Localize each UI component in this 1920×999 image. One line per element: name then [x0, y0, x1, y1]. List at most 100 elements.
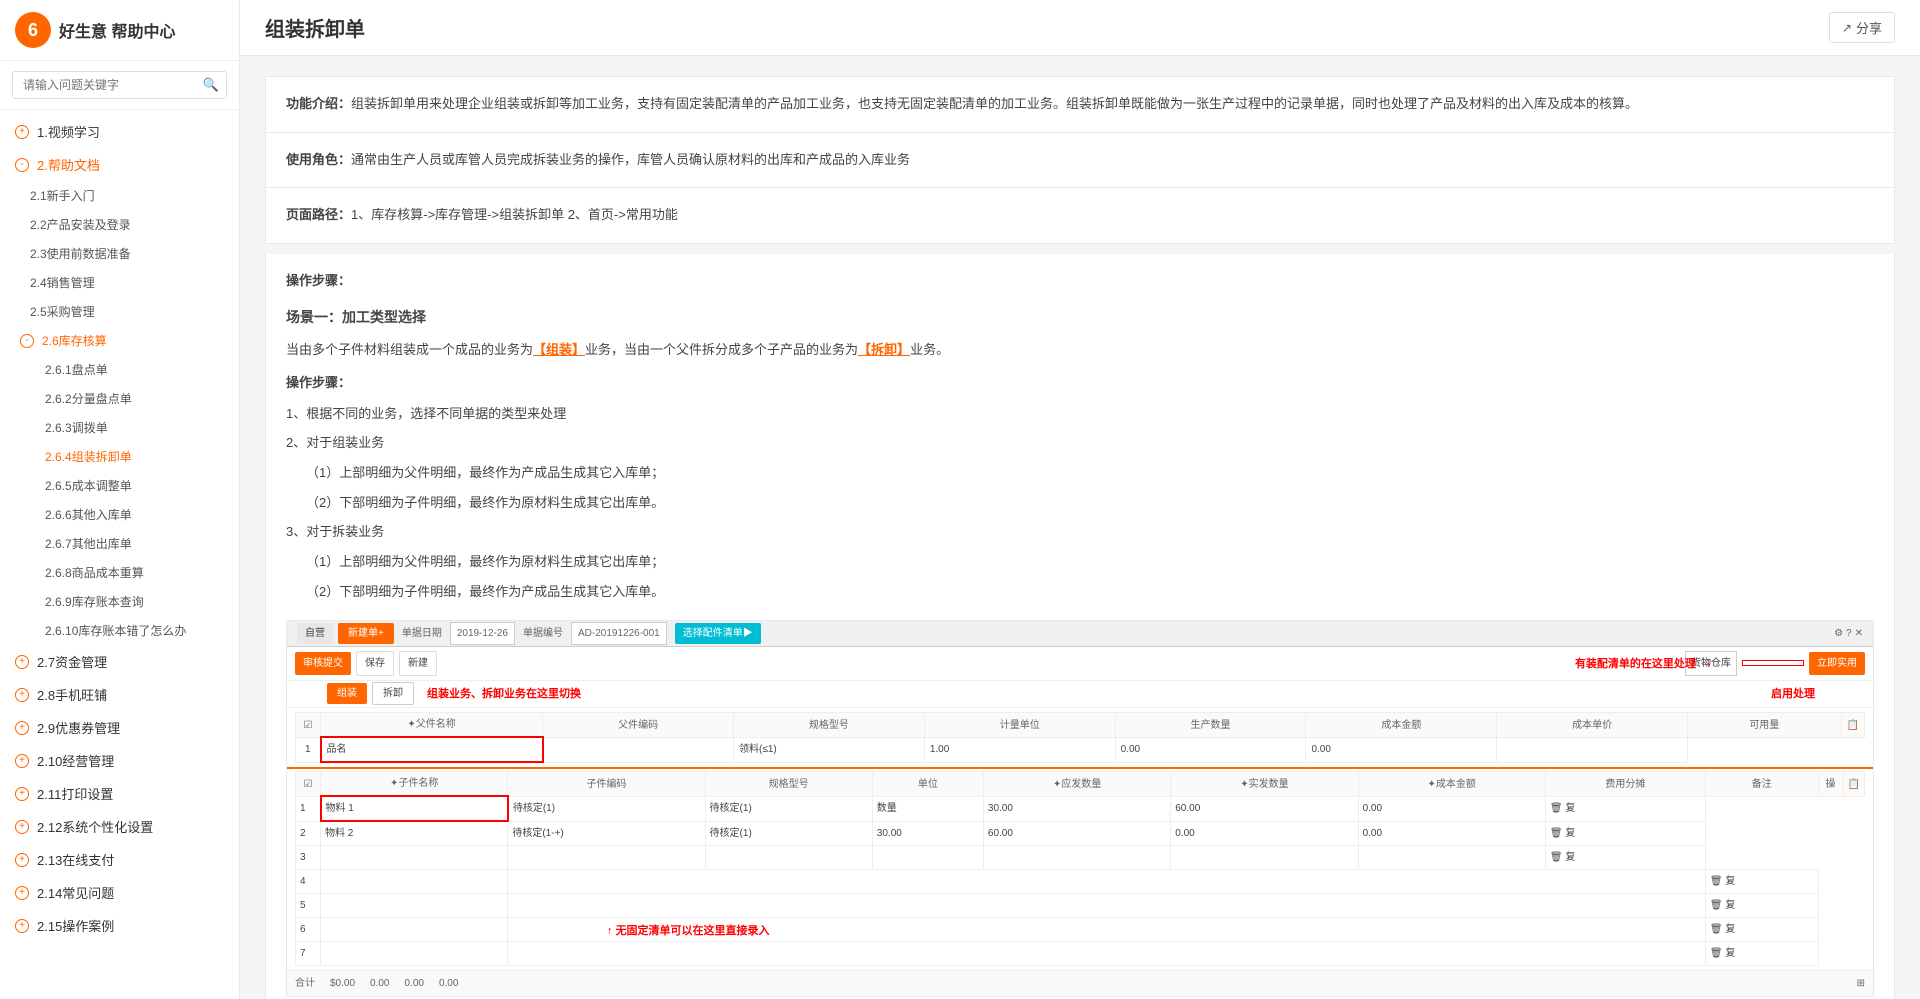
ss-lower-row4-name [321, 870, 508, 894]
zuzhuan-link[interactable]: 【组装】 [533, 342, 585, 357]
nav-section: + 1.视频学习 - 2.帮助文档 2.1新手入门 2.2产品安装及登录 2.3… [0, 110, 239, 947]
sidebar-item-2-15[interactable]: + 2.15操作案例 [0, 909, 239, 942]
step2-2: （2）下部明细为子件明细，最终作为原材料生成其它出库单。 [286, 491, 1874, 516]
ss-lower-table: ☑ ✦子件名称 子件编码 规格型号 单位 ✦应发数量 ✦实发数量 ✦成本金额 费… [295, 771, 1865, 966]
step3-2: （2）下部明细为子件明细，最终作为产成品生成其它入库单。 [286, 580, 1874, 605]
ss-lower-row3-unit [872, 846, 983, 870]
sidebar-item-2-12[interactable]: + 2.12系统个性化设置 [0, 810, 239, 843]
ss-btn-submit: 审核提交 [295, 652, 351, 675]
sidebar-item-2-6-10[interactable]: 2.6.10库存账本错了怎么办 [0, 616, 239, 645]
ss-row1-name: 品名 [321, 737, 543, 762]
sidebar-item-2-14[interactable]: + 2.14常见问题 [0, 876, 239, 909]
sidebar-item-2-6-6[interactable]: 2.6.6其他入库单 [0, 500, 239, 529]
ss-annotation1-btn: 选择配件清单▶ [675, 623, 761, 644]
ss-row1-code [543, 737, 734, 762]
scene-label: 场景一：加工类型选择 [286, 304, 1874, 331]
collapse-2-6-icon: - [20, 334, 34, 348]
expand-2-14-icon: + [15, 886, 29, 900]
annotation1-arrow: → [1699, 654, 1713, 670]
nav-label-2-10: 2.10经营管理 [37, 751, 114, 770]
expand-2-9-icon: + [15, 721, 29, 735]
sidebar-item-2-1[interactable]: 2.1新手入门 [0, 181, 239, 210]
sidebar: 6 好生意 帮助中心 🔍 + 1.视频学习 - 2.帮助文档 2.1新手入门 2… [0, 0, 240, 999]
main-content: 功能介绍：组装拆卸单用来处理企业组装或拆卸等加工业务，支持有固定装配清单的产品加… [240, 56, 1920, 999]
ss-footer-qty: $0.00 [330, 974, 355, 993]
ss-date-value: 2019-12-26 [450, 622, 515, 645]
ss-lower-row1-code: 待核定(1) [508, 796, 705, 821]
ss-lower-row7-name [321, 942, 508, 966]
chaijian-link[interactable]: 【拆卸】 [858, 342, 910, 357]
nav-label-2-13: 2.13在线支付 [37, 850, 114, 869]
nav-label-2-6: 2.6库存核算 [42, 332, 107, 349]
intro-text: 组装拆卸单用来处理企业组装或拆卸等加工业务，支持有固定装配清单的产品加工业务，也… [351, 96, 1638, 111]
intro-section: 功能介绍：组装拆卸单用来处理企业组装或拆卸等加工业务，支持有固定装配清单的产品加… [265, 76, 1895, 133]
sidebar-item-2-8[interactable]: + 2.8手机旺铺 [0, 678, 239, 711]
page-title: 组装拆卸单 [265, 13, 365, 42]
sidebar-item-2-6-8[interactable]: 2.6.8商品成本重算 [0, 558, 239, 587]
nav-label-2-7: 2.7资金管理 [37, 652, 107, 671]
ss-btn-apply: 立即实用 [1809, 652, 1865, 675]
ss-lower-row1-cost: 0.00 [1358, 796, 1545, 821]
search-box[interactable]: 🔍 [0, 61, 239, 110]
sidebar-item-2-6-5[interactable]: 2.6.5成本调整单 [0, 471, 239, 500]
ss-lower-row2-code: 待核定(1-+) [508, 821, 705, 846]
share-button[interactable]: ↗ 分享 [1829, 12, 1895, 43]
ss-lower-row1-alloc: 🗑 复 [1545, 796, 1705, 821]
ss-lower-row1-spec: 待核定(1) [705, 796, 872, 821]
sidebar-item-2-5[interactable]: 2.5采购管理 [0, 297, 239, 326]
sidebar-item-2-2[interactable]: 2.2产品安装及登录 [0, 210, 239, 239]
nav-label-2-9: 2.9优惠券管理 [37, 718, 120, 737]
search-input[interactable] [12, 71, 227, 99]
ss-lower-row3-spec [705, 846, 872, 870]
sidebar-item-2-6-9[interactable]: 2.6.9库存账本查询 [0, 587, 239, 616]
nav-label-2-12: 2.12系统个性化设置 [37, 817, 153, 836]
ss-row1-check: 1 [296, 737, 321, 762]
ss-lower-row1-name: 物料 1 [321, 796, 508, 821]
role-label: 使用角色： [286, 152, 351, 167]
ss-row1-unit: 1.00 [924, 737, 1115, 762]
sidebar-item-2-7[interactable]: + 2.7资金管理 [0, 645, 239, 678]
sidebar-item-2-13[interactable]: + 2.13在线支付 [0, 843, 239, 876]
ss-lower-row1-check: 1 [296, 796, 321, 821]
ops-section: 操作步骤： 场景一：加工类型选择 当由多个子件材料组装成一个成品的业务为【组装】… [265, 254, 1895, 999]
ss-lower-row4-alloc: 🗑 复 [1705, 870, 1818, 894]
ss-warehouse-input [1742, 660, 1804, 666]
sidebar-item-2-9[interactable]: + 2.9优惠券管理 [0, 711, 239, 744]
sidebar-item-2-6-7[interactable]: 2.6.7其他出库单 [0, 529, 239, 558]
annotation4-text: 无固定清单可以在这里直接录入 [616, 925, 770, 937]
sidebar-item-2-6-2[interactable]: 2.6.2分量盘点单 [0, 384, 239, 413]
expand-2-15-icon: + [15, 919, 29, 933]
share-label: 分享 [1856, 18, 1882, 37]
sidebar-item-2-6[interactable]: - 2.6库存核算 [0, 326, 239, 355]
ss-upper-table: ☑ ✦父件名称 父件编码 规格型号 计量单位 生产数量 成本金额 成本单价 可用… [295, 712, 1865, 763]
sidebar-item-2-11[interactable]: + 2.11打印设置 [0, 777, 239, 810]
ss-lower-row2-cost: 0.00 [1358, 821, 1545, 846]
ss-lower-row2-plan: 60.00 [983, 821, 1170, 846]
ss-date-label: 单据日期 [402, 624, 442, 643]
ss-footer-right: ⊞ [1857, 974, 1865, 993]
annotation2: 组装业务、拆卸业务在这里切换 [427, 684, 581, 705]
logo-icon: 6 [15, 12, 51, 48]
ss-lower-row6-alloc: 🗑 复 [1705, 918, 1818, 942]
sidebar-item-video[interactable]: + 1.视频学习 [0, 115, 239, 148]
sidebar-item-2-10[interactable]: + 2.10经营管理 [0, 744, 239, 777]
role-text: 通常由生产人员或库管人员完成拆装业务的操作，库管人员确认原材料的出库和产成品的入… [351, 152, 910, 167]
main-area: 组装拆卸单 ↗ 分享 功能介绍：组装拆卸单用来处理企业组装或拆卸等加工业务，支持… [240, 0, 1920, 999]
sidebar-item-2-3[interactable]: 2.3使用前数据准备 [0, 239, 239, 268]
intro-label: 功能介绍： [286, 96, 351, 111]
ss-footer-amount: 0.00 [370, 974, 389, 993]
sidebar-item-2-6-4[interactable]: 2.6.4组装拆卸单 [0, 442, 239, 471]
nav-label-2-15: 2.15操作案例 [37, 916, 114, 935]
ops-label: 操作步骤： [286, 269, 1874, 294]
ss-lower-row5-check: 5 [296, 894, 321, 918]
sidebar-item-docs[interactable]: - 2.帮助文档 [0, 148, 239, 181]
ss-row1-qty: 0.00 [1115, 737, 1306, 762]
sidebar-item-2-6-3[interactable]: 2.6.3调拨单 [0, 413, 239, 442]
ss-btn-save: 保存 [356, 651, 394, 676]
expand-2-13-icon: + [15, 853, 29, 867]
sidebar-item-2-6-1[interactable]: 2.6.1盘点单 [0, 355, 239, 384]
expand-2-12-icon: + [15, 820, 29, 834]
search-icon: 🔍 [203, 77, 219, 93]
sidebar-item-2-4[interactable]: 2.4销售管理 [0, 268, 239, 297]
nav-label-2-11: 2.11打印设置 [37, 784, 113, 803]
